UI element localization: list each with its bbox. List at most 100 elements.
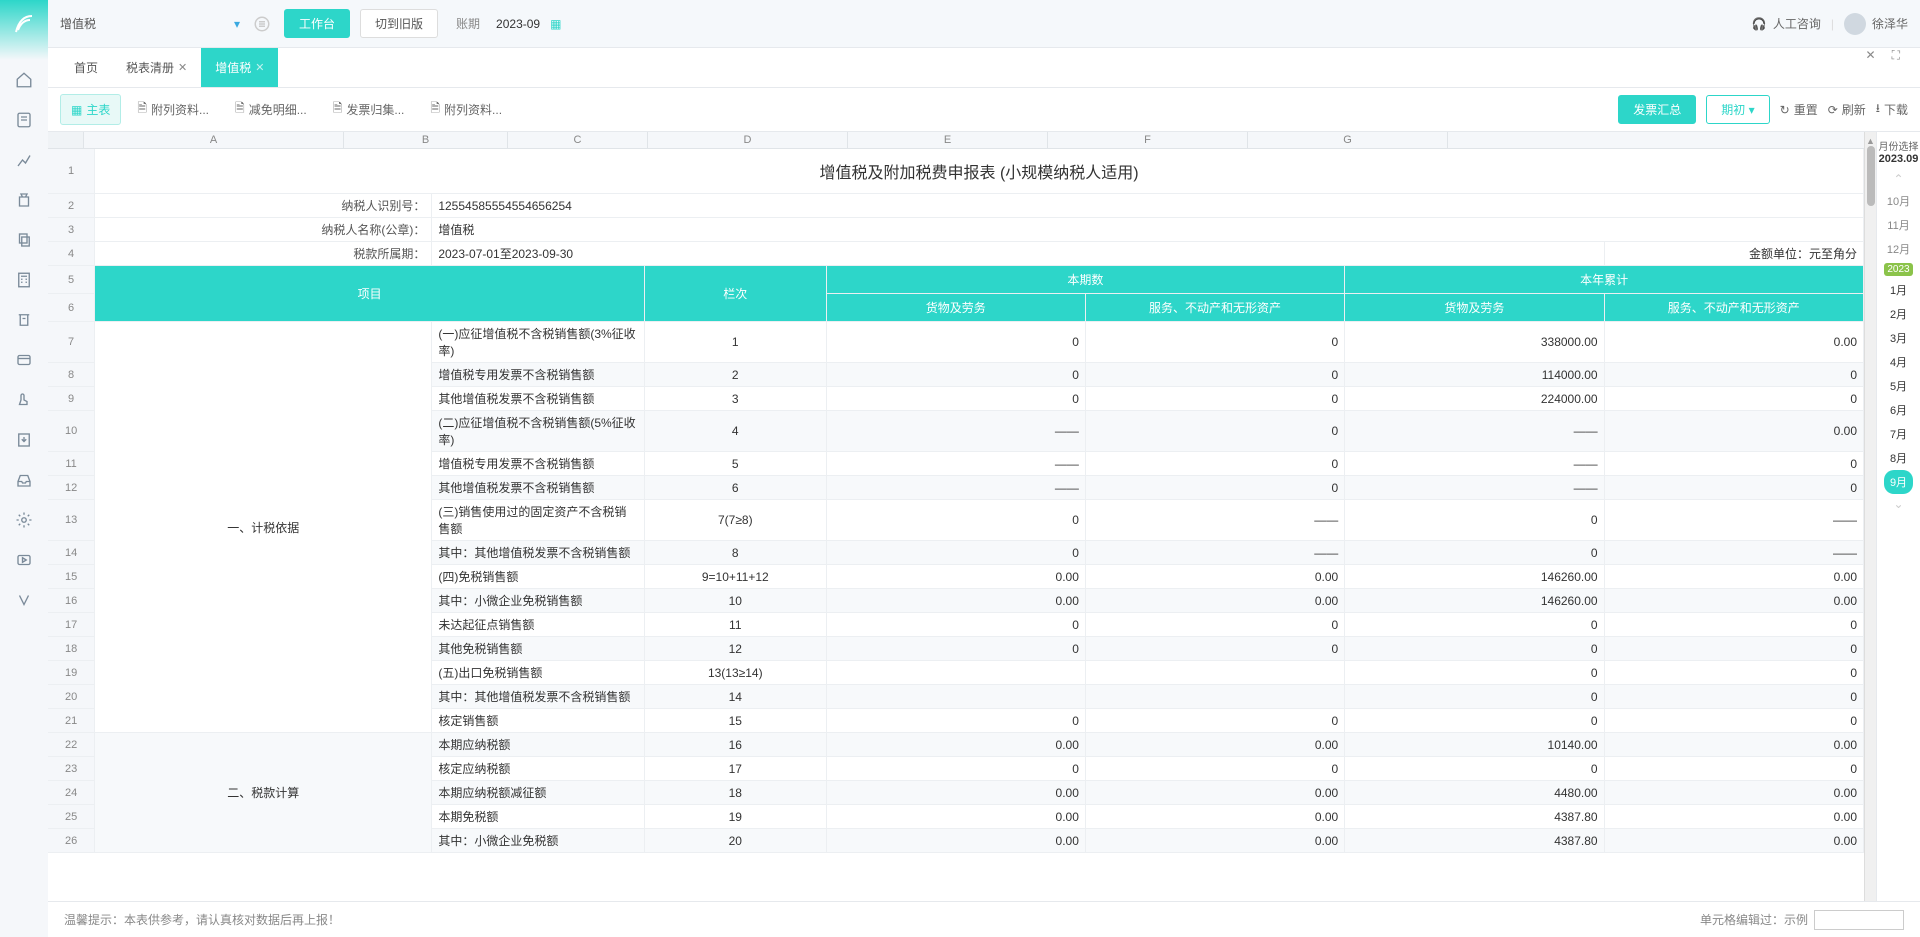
invoice-summary-button[interactable]: 发票汇总 (1618, 95, 1696, 124)
row-header[interactable]: 13 (48, 500, 95, 541)
row-header[interactable]: 1 (48, 149, 95, 194)
value-cell[interactable]: 0.00 (1604, 589, 1863, 613)
value-cell[interactable]: 4480.00 (1345, 781, 1604, 805)
col-num-cell[interactable]: 7(7≥8) (645, 500, 827, 541)
nav-copy-icon[interactable] (12, 228, 36, 252)
nav-home-icon[interactable] (12, 68, 36, 92)
row-header[interactable]: 3 (48, 218, 95, 242)
row-header[interactable]: 6 (48, 294, 95, 322)
item-cell[interactable]: 其中：小微企业免税销售额 (432, 589, 645, 613)
row-header[interactable]: 16 (48, 589, 95, 613)
month-item[interactable]: 11月 (1877, 213, 1920, 237)
subtab-appendix2[interactable]: 🗎附列资料... (420, 93, 512, 126)
col-num-cell[interactable]: 10 (645, 589, 827, 613)
item-cell[interactable]: 其他免税销售额 (432, 637, 645, 661)
value-cell[interactable]: —— (1085, 500, 1344, 541)
col-header[interactable]: C (508, 132, 648, 148)
col-num-cell[interactable]: 1 (645, 322, 827, 363)
subtab-main[interactable]: ▦主表 (60, 94, 121, 125)
item-cell[interactable]: 其中：其他增值税发票不含税销售额 (432, 685, 645, 709)
value-cell[interactable]: 0 (1345, 685, 1604, 709)
value-cell[interactable]: 0.00 (1085, 565, 1344, 589)
row-header[interactable]: 12 (48, 476, 95, 500)
col-num-cell[interactable]: 13(13≥14) (645, 661, 827, 685)
row-header[interactable]: 2 (48, 194, 95, 218)
nav-export-icon[interactable] (12, 428, 36, 452)
row-header[interactable]: 22 (48, 733, 95, 757)
value-cell[interactable]: —— (1604, 541, 1863, 565)
value-cell[interactable]: 0 (1345, 637, 1604, 661)
value-cell[interactable]: 224000.00 (1345, 387, 1604, 411)
month-item[interactable]: 12月 (1877, 237, 1920, 261)
nav-money-icon[interactable] (12, 188, 36, 212)
col-num-cell[interactable]: 6 (645, 476, 827, 500)
item-cell[interactable]: 本期应纳税额减征额 (432, 781, 645, 805)
item-cell[interactable]: 核定销售额 (432, 709, 645, 733)
reset-button[interactable]: ↻重置 (1780, 101, 1818, 118)
nav-settings-icon[interactable] (12, 508, 36, 532)
month-item[interactable]: 5月 (1877, 374, 1920, 398)
value-cell[interactable]: 146260.00 (1345, 589, 1604, 613)
item-cell[interactable]: 其中：小微企业免税额 (432, 829, 645, 853)
value-cell[interactable]: 0 (1604, 363, 1863, 387)
row-header[interactable]: 11 (48, 452, 95, 476)
period-start-button[interactable]: 期初 ▾ (1706, 95, 1769, 124)
value-cell[interactable]: 0 (826, 541, 1085, 565)
value-cell[interactable]: —— (826, 411, 1085, 452)
row-header[interactable]: 7 (48, 322, 95, 363)
value-cell[interactable]: 0 (1604, 387, 1863, 411)
row-header[interactable]: 8 (48, 363, 95, 387)
value-cell[interactable]: 0.00 (1604, 411, 1863, 452)
nav-chart-icon[interactable] (12, 148, 36, 172)
col-num-cell[interactable]: 12 (645, 637, 827, 661)
value-cell[interactable]: 0 (1085, 757, 1344, 781)
row-header[interactable]: 19 (48, 661, 95, 685)
close-icon[interactable]: ✕ (178, 61, 187, 74)
col-num-cell[interactable]: 9=10+11+12 (645, 565, 827, 589)
item-cell[interactable]: (二)应征增值税不含税销售额(5%征收率) (432, 411, 645, 452)
nav-v-icon[interactable] (12, 588, 36, 612)
value-cell[interactable]: 0 (1345, 541, 1604, 565)
value-cell[interactable]: —— (1345, 411, 1604, 452)
item-cell[interactable]: 本期免税额 (432, 805, 645, 829)
month-item[interactable]: 2月 (1877, 302, 1920, 326)
user-menu[interactable]: 徐泽华 (1844, 13, 1908, 35)
value-cell[interactable]: 0.00 (826, 805, 1085, 829)
item-cell[interactable]: 增值税专用发票不含税销售额 (432, 452, 645, 476)
tab-home[interactable]: 首页 (60, 48, 112, 87)
value-cell[interactable]: 0 (1345, 500, 1604, 541)
period-value[interactable]: 2023-09 (496, 17, 540, 31)
value-cell[interactable]: 0.00 (1604, 565, 1863, 589)
month-item[interactable]: 6月 (1877, 398, 1920, 422)
month-item[interactable]: 1月 (1877, 278, 1920, 302)
value-cell[interactable]: —— (826, 476, 1085, 500)
value-cell[interactable]: 0 (1604, 613, 1863, 637)
close-icon[interactable]: ✕ (255, 61, 264, 74)
row-header[interactable]: 4 (48, 242, 95, 266)
value-cell[interactable]: 0 (1085, 709, 1344, 733)
row-header[interactable]: 5 (48, 266, 95, 294)
item-cell[interactable]: 未达起征点销售额 (432, 613, 645, 637)
item-cell[interactable]: 其他增值税发票不含税销售额 (432, 387, 645, 411)
value-cell[interactable]: 0.00 (826, 565, 1085, 589)
value-cell[interactable]: 0.00 (826, 781, 1085, 805)
value-cell[interactable]: —— (1345, 452, 1604, 476)
subtab-exempt[interactable]: 🗎减免明细... (225, 93, 317, 126)
row-header[interactable]: 20 (48, 685, 95, 709)
value-cell[interactable]: 0 (1085, 476, 1344, 500)
item-cell[interactable]: 其中：其他增值税发票不含税销售额 (432, 541, 645, 565)
value-cell[interactable]: 0 (1085, 363, 1344, 387)
value-cell[interactable]: 0 (826, 757, 1085, 781)
value-cell[interactable]: 0.00 (1085, 829, 1344, 853)
value-cell[interactable]: 0 (1604, 476, 1863, 500)
value-cell[interactable]: 0.00 (1085, 589, 1344, 613)
select-all-corner[interactable] (48, 132, 84, 148)
value-cell[interactable]: 0 (826, 613, 1085, 637)
value-cell[interactable]: 0 (1345, 661, 1604, 685)
nav-ledger-icon[interactable] (12, 108, 36, 132)
col-num-cell[interactable]: 19 (645, 805, 827, 829)
subtab-invoice[interactable]: 🗎发票归集... (323, 93, 415, 126)
download-button[interactable]: ⭳下载 (1876, 99, 1908, 120)
row-header[interactable]: 18 (48, 637, 95, 661)
value-cell[interactable] (826, 685, 1085, 709)
